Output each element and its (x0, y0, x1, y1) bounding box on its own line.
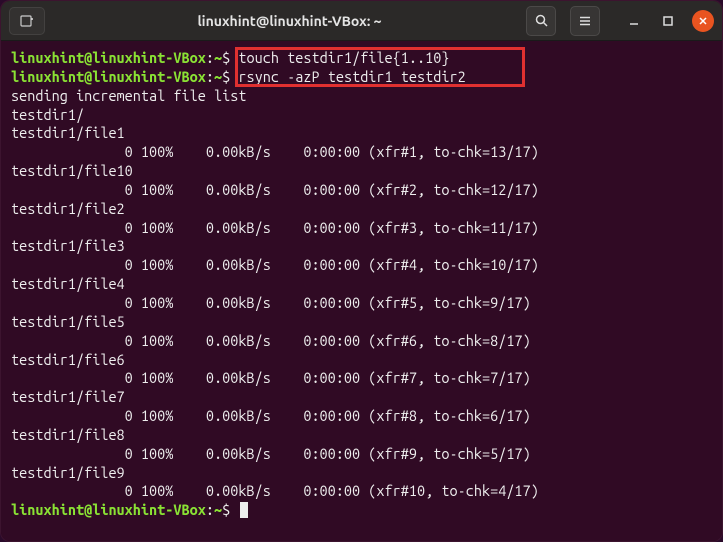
window-title: linuxhint@linuxhint-VBox: ~ (61, 13, 518, 29)
output-file-stat: 0 100% 0.00kB/s 0:00:00 (xfr#9, to-chk=5… (11, 445, 712, 464)
prompt-path: ~ (214, 49, 222, 66)
cursor (240, 502, 248, 518)
maximize-button[interactable] (658, 11, 678, 31)
output-file-name: testdir1/file4 (11, 275, 712, 294)
output-file-stat: 0 100% 0.00kB/s 0:00:00 (xfr#2, to-chk=1… (11, 181, 712, 200)
prompt-symbol: $ (222, 68, 230, 85)
new-tab-button[interactable] (9, 7, 45, 35)
output-file-stat: 0 100% 0.00kB/s 0:00:00 (xfr#4, to-chk=1… (11, 256, 712, 275)
output-dir: testdir1/ (11, 106, 712, 125)
prompt-user: linuxhint@linuxhint-VBox (11, 501, 206, 518)
prompt-path: ~ (214, 501, 222, 518)
prompt-path: ~ (214, 68, 222, 85)
output-file-name: testdir1/file3 (11, 237, 712, 256)
prompt-line: linuxhint@linuxhint-VBox:~$ (11, 501, 712, 520)
output-file-name: testdir1/file8 (11, 426, 712, 445)
close-button[interactable] (692, 10, 714, 32)
prompt-user: linuxhint@linuxhint-VBox (11, 49, 206, 66)
command-line-1: linuxhint@linuxhint-VBox:~$ touch testdi… (11, 49, 712, 68)
maximize-icon (662, 15, 674, 27)
menu-button[interactable] (570, 6, 600, 36)
terminal-window: linuxhint@linuxhint-VBox: ~ (0, 0, 723, 542)
command-text: touch testdir1/file{1..10} (238, 49, 449, 66)
hamburger-icon (578, 14, 592, 28)
output-file-name: testdir1/file2 (11, 200, 712, 219)
output-file-name: testdir1/file5 (11, 313, 712, 332)
new-tab-icon (19, 13, 35, 29)
minimize-icon (628, 15, 640, 27)
output-file-name: testdir1/file10 (11, 162, 712, 181)
prompt-symbol: $ (222, 501, 230, 518)
output-file-name: testdir1/file7 (11, 388, 712, 407)
search-button[interactable] (526, 6, 556, 36)
output-header: sending incremental file list (11, 87, 712, 106)
output-file-stat: 0 100% 0.00kB/s 0:00:00 (xfr#3, to-chk=1… (11, 219, 712, 238)
prompt-symbol: $ (222, 49, 230, 66)
command-text: rsync -azP testdir1 testdir2 (238, 68, 465, 85)
output-file-stat: 0 100% 0.00kB/s 0:00:00 (xfr#8, to-chk=6… (11, 407, 712, 426)
output-file-stat: 0 100% 0.00kB/s 0:00:00 (xfr#5, to-chk=9… (11, 294, 712, 313)
minimize-button[interactable] (624, 11, 644, 31)
titlebar: linuxhint@linuxhint-VBox: ~ (1, 1, 722, 41)
output-file-stat: 0 100% 0.00kB/s 0:00:00 (xfr#10, to-chk=… (11, 482, 712, 501)
output-file-stat: 0 100% 0.00kB/s 0:00:00 (xfr#1, to-chk=1… (11, 143, 712, 162)
output-file-stat: 0 100% 0.00kB/s 0:00:00 (xfr#6, to-chk=8… (11, 332, 712, 351)
output-file-name: testdir1/file1 (11, 124, 712, 143)
prompt-user: linuxhint@linuxhint-VBox (11, 68, 206, 85)
close-icon (698, 16, 708, 26)
command-line-2: linuxhint@linuxhint-VBox:~$ rsync -azP t… (11, 68, 712, 87)
output-file-stat: 0 100% 0.00kB/s 0:00:00 (xfr#7, to-chk=7… (11, 369, 712, 388)
terminal-content[interactable]: linuxhint@linuxhint-VBox:~$ touch testdi… (1, 41, 722, 541)
output-file-name: testdir1/file6 (11, 351, 712, 370)
search-icon (534, 13, 549, 28)
output-file-name: testdir1/file9 (11, 464, 712, 483)
